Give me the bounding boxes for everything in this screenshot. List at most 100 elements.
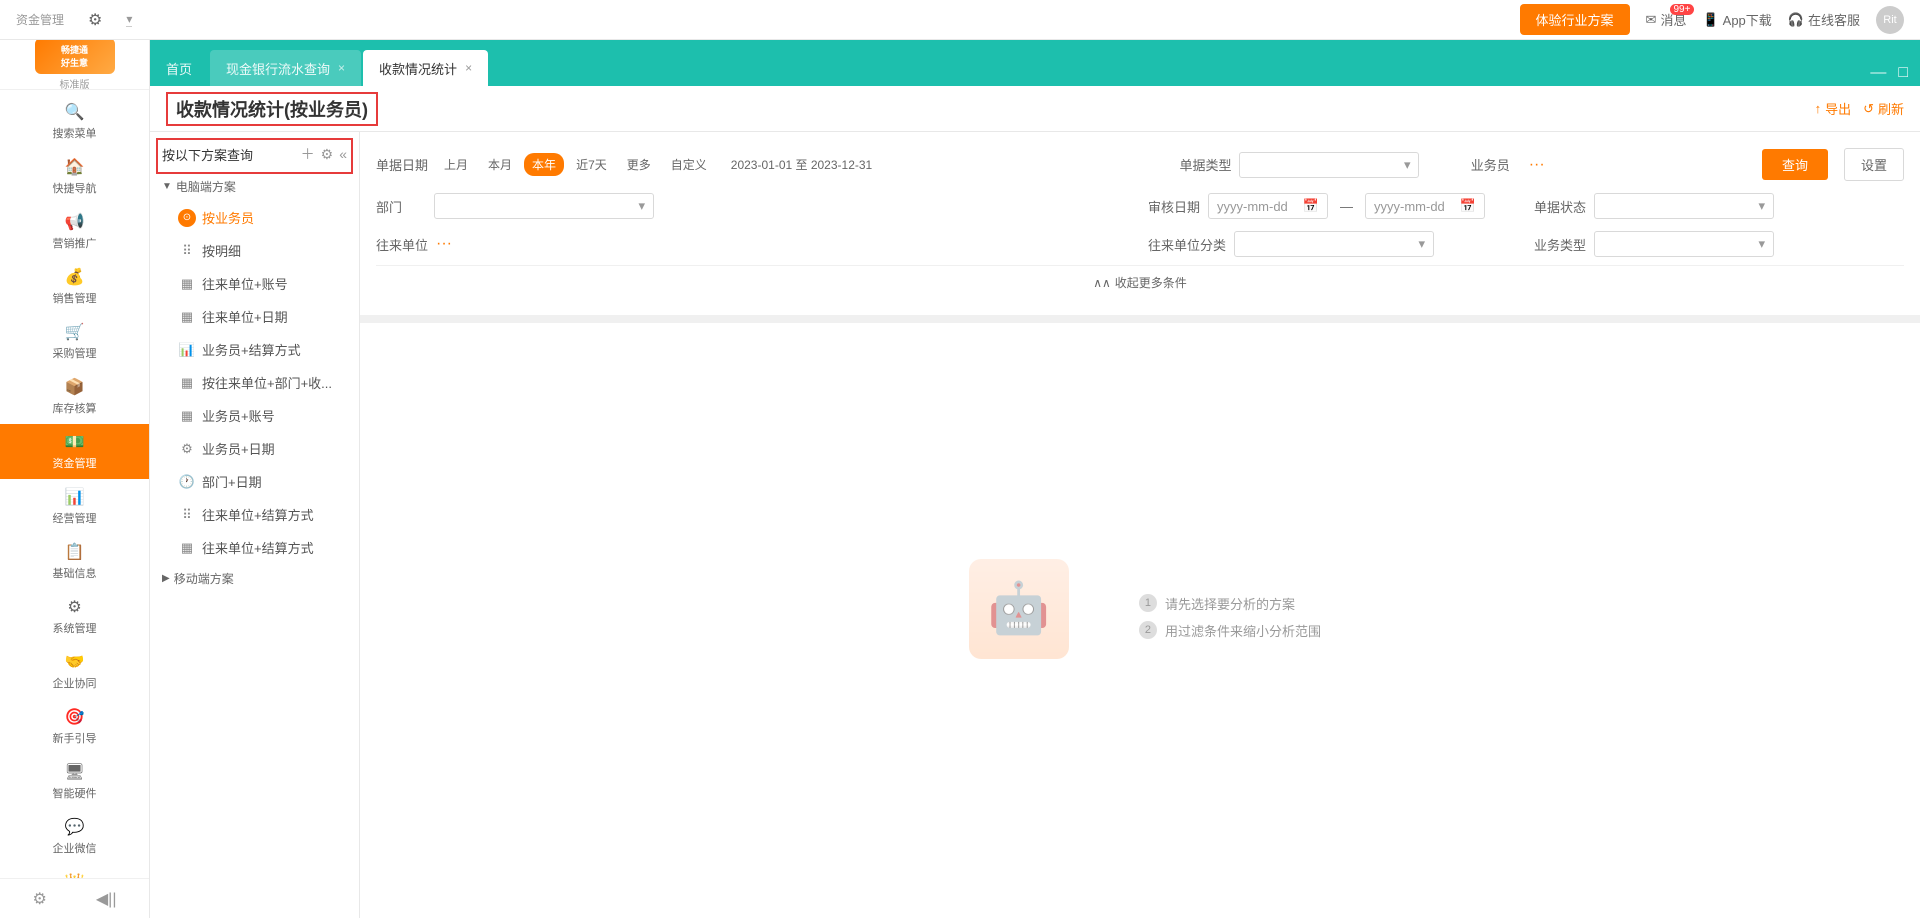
salesperson-field: 业务员 ··· [1471,155,1746,174]
date-label: 单据日期 [376,155,428,174]
dept-select[interactable]: ▾ [434,193,654,219]
partner-date-icon: ▦ [178,309,196,325]
query-button[interactable]: 查询 [1762,149,1828,180]
tab-bank-flow-close[interactable]: × [338,61,345,75]
refresh-button[interactable]: ↺ 刷新 [1863,99,1904,118]
biz-type-select[interactable]: ▾ [1594,231,1774,257]
tab-receipt-stats-close[interactable]: × [465,61,472,75]
doc-status-field: 单据状态 ▾ [1534,193,1904,219]
sidebar: 畅捷通好生意 标准版 🔍 搜索菜单 🏠 快捷导航 📢 营销推广 [0,40,150,918]
partner-more-btn[interactable]: ··· [436,235,452,253]
settings-icon[interactable]: ⚙ [88,10,102,30]
scheme-group-desktop-title[interactable]: ▼ 电脑端方案 [150,172,359,201]
add-scheme-button[interactable]: ＋ [301,144,315,164]
tab-bank-flow[interactable]: 现金银行流水查询 × [210,50,361,86]
breadcrumb-text: 资金管理 [16,11,64,28]
finance-icon: 💵 [65,432,85,452]
tab-receipt-stats[interactable]: 收款情况统计 × [363,50,488,86]
salesperson-payment-icon: 📊 [178,342,196,358]
scheme-item-by-salesperson[interactable]: ⊙ 按业务员 [150,201,359,234]
scheme-item-partner-dept[interactable]: ▦ 按往来单位+部门+收... [150,366,359,399]
sidebar-item-inventory[interactable]: 📦 库存核算 [0,369,149,424]
sidebar-item-search[interactable]: 🔍 搜索菜单 [0,94,149,149]
edition-label: 标准版 [60,76,90,91]
online-service-button[interactable]: 🎧 在线客服 [1788,10,1860,29]
review-date-from-value: yyyy-mm-dd [1217,199,1288,214]
biz-type-arrow: ▾ [1758,236,1765,252]
date-tab-custom[interactable]: 自定义 [663,153,715,176]
biz-type-field: 业务类型 ▾ [1534,231,1904,257]
export-button[interactable]: ↑ 导出 [1815,99,1852,118]
tab-minimize-icon[interactable]: — [1866,60,1890,86]
scheme-item-salesperson-account[interactable]: ▦ 业务员+账号 [150,399,359,432]
messages-button[interactable]: ✉ 消息 99+ [1646,10,1687,29]
collapse-sidebar-icon[interactable]: ◀|| [96,889,117,909]
sidebar-item-member[interactable]: 👑 畅会员 [0,864,149,878]
sidebar-item-operation[interactable]: 📊 经营管理 [0,479,149,534]
trial-button[interactable]: 体验行业方案 [1520,4,1630,35]
nav-dropdown[interactable]: ▾ [126,12,132,27]
sidebar-item-search-label: 搜索菜单 [53,125,97,141]
review-date-field: 审核日期 yyyy-mm-dd 📅 — yyyy-mm-dd 📅 [1148,193,1518,219]
settings-bottom-icon[interactable]: ⚙ [33,889,47,909]
marketing-icon: 📢 [65,212,85,232]
sidebar-item-quicknav[interactable]: 🏠 快捷导航 [0,149,149,204]
sidebar-item-collab[interactable]: 🤝 企业协同 [0,644,149,699]
date-tab-more[interactable]: 更多 [619,153,659,176]
tab-home[interactable]: 首页 [150,50,208,86]
messages-badge: 99+ [1670,4,1695,15]
review-date-to-input[interactable]: yyyy-mm-dd 📅 [1365,193,1485,219]
operation-icon: 📊 [65,487,85,507]
sidebar-item-system[interactable]: ⚙ 系统管理 [0,589,149,644]
sidebar-item-weixin[interactable]: 💬 企业微信 [0,809,149,864]
doc-status-select[interactable]: ▾ [1594,193,1774,219]
scheme-settings-button[interactable]: ⚙ [321,146,334,163]
step-2-text: 用过滤条件来缩小分析范围 [1165,621,1321,640]
date-separator: — [1340,199,1353,214]
sidebar-item-purchase[interactable]: 🛒 采购管理 [0,314,149,369]
sidebar-nav: 🔍 搜索菜单 🏠 快捷导航 📢 营销推广 💰 销售管理 🛒 采购管 [0,90,149,878]
collapse-more-label: 收起更多条件 [1115,274,1187,291]
sidebar-item-guide[interactable]: 🎯 新手引导 [0,699,149,754]
review-date-from-input[interactable]: yyyy-mm-dd 📅 [1208,193,1328,219]
scheme-item-partner-payment1[interactable]: ⠿ 往来单位+结算方式 [150,498,359,531]
scheme-item-partner-date[interactable]: ▦ 往来单位+日期 [150,300,359,333]
sidebar-item-marketing-label: 营销推广 [53,235,97,251]
doc-type-arrow: ▾ [1404,157,1411,173]
partner-category-select[interactable]: ▾ [1234,231,1434,257]
scheme-item-salesperson-date[interactable]: ⚙ 业务员+日期 [150,432,359,465]
scheme-item-partner-account[interactable]: ▦ 往来单位+账号 [150,267,359,300]
panel-actions: ＋ ⚙ « [301,144,347,164]
group-expand-arrow: ▼ [162,181,172,192]
user-avatar[interactable]: Rit [1876,6,1904,34]
doc-type-select[interactable]: ▾ [1239,152,1419,178]
sidebar-item-marketing[interactable]: 📢 营销推广 [0,204,149,259]
left-panel: 按以下方案查询 ＋ ⚙ « ▼ 电脑端方案 [150,132,360,918]
empty-steps: 1 请先选择要分析的方案 2 用过滤条件来缩小分析范围 [1139,594,1321,648]
app-download-button[interactable]: 📱 App下载 [1702,10,1771,29]
sidebar-item-sales[interactable]: 💰 销售管理 [0,259,149,314]
tab-maximize-icon[interactable]: □ [1894,60,1912,86]
collapse-panel-button[interactable]: « [339,146,347,162]
salesperson-more-btn[interactable]: ··· [1529,156,1545,174]
scheme-group-desktop: ▼ 电脑端方案 ⊙ 按业务员 ⠿ 按明细 ▦ 往 [150,172,359,564]
date-tab-7days[interactable]: 近7天 [568,153,615,176]
online-service-label: 在线客服 [1808,10,1860,29]
scheme-salesperson-account-label: 业务员+账号 [202,406,275,425]
date-tab-last-month[interactable]: 上月 [436,153,476,176]
settings-button[interactable]: 设置 [1844,148,1904,181]
date-tab-this-year[interactable]: 本年 [524,153,564,176]
sidebar-item-hardware[interactable]: 🖥 智能硬件 [0,754,149,809]
scheme-item-by-detail[interactable]: ⠿ 按明细 [150,234,359,267]
sidebar-item-finance[interactable]: 💵 资金管理 [0,424,149,479]
sidebar-item-basic[interactable]: 📋 基础信息 [0,534,149,589]
scheme-item-salesperson-payment[interactable]: 📊 业务员+结算方式 [150,333,359,366]
scheme-item-partner-payment2[interactable]: ▦ 往来单位+结算方式 [150,531,359,564]
scheme-item-dept-date[interactable]: 🕐 部门+日期 [150,465,359,498]
partner-category-label: 往来单位分类 [1148,235,1226,254]
scheme-group-mobile-title[interactable]: ▶ 移动端方案 [150,564,359,593]
date-tab-this-month[interactable]: 本月 [480,153,520,176]
collapse-more-button[interactable]: ∧∧ 收起更多条件 [376,265,1904,299]
partner-account-icon: ▦ [178,276,196,292]
scheme-salesperson-date-label: 业务员+日期 [202,439,275,458]
